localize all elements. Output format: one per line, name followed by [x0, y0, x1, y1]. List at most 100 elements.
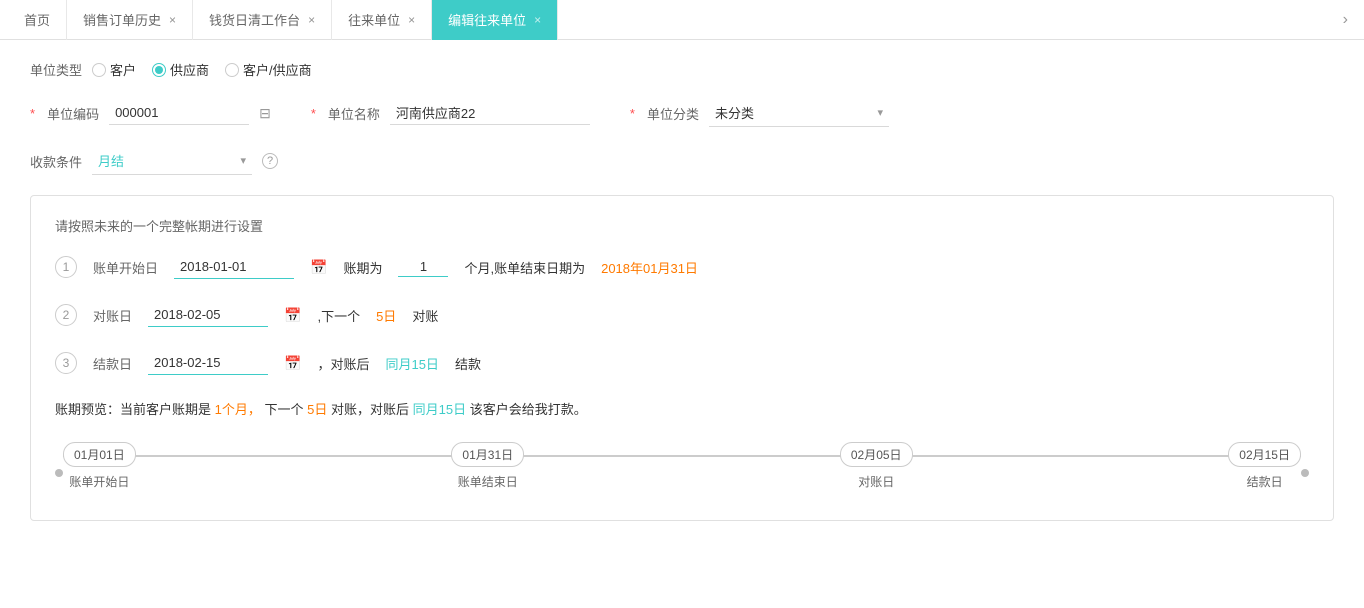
category-chevron-icon: ▾ — [877, 106, 883, 119]
timeline-left-dot — [55, 469, 63, 477]
step3-day-highlight: 同月15日 — [385, 354, 438, 373]
step2-desc-before: ,下一个 — [317, 306, 360, 325]
unit-type-group: 单位类型 客户 供应商 客户/供应商 — [30, 60, 312, 79]
step3-desc-after: 结款 — [455, 354, 481, 373]
timeline-node-2: 01月31日 账单结束日 — [451, 442, 524, 490]
timeline-node-1: 01月01日 账单开始日 — [63, 442, 136, 490]
preview-pay-after: 该客户会给我打款。 — [470, 402, 587, 417]
radio-circle-supplier — [152, 63, 166, 77]
timeline-wrapper: 01月01日 账单开始日 01月31日 账单结束日 02月05日 对账日 02月… — [55, 442, 1309, 490]
step1-desc-prefix: 账期为 — [343, 258, 382, 277]
tab-home[interactable]: 首页 — [8, 0, 67, 40]
payment-row: 收款条件 月结 ▾ ? — [30, 147, 1334, 175]
step3-calendar-icon[interactable]: 📅 — [284, 355, 301, 372]
unit-name-label: 单位名称 — [328, 104, 380, 123]
timeline-badge-3: 02月05日 — [840, 442, 913, 467]
required-star-code: * — [30, 106, 35, 121]
unit-category-label: 单位分类 — [647, 104, 699, 123]
close-tab-sales-order[interactable]: × — [169, 13, 176, 27]
payment-group: 收款条件 月结 ▾ ? — [30, 147, 278, 175]
tab-scroll-arrow[interactable]: › — [1335, 11, 1356, 29]
preview-check-day: 5日 — [307, 402, 327, 417]
required-star-name: * — [311, 106, 316, 121]
timeline-label-3: 对账日 — [858, 473, 894, 490]
timeline-badge-4: 02月15日 — [1228, 442, 1301, 467]
unit-category-value: 未分类 — [715, 103, 754, 122]
radio-customer[interactable]: 客户 — [92, 60, 136, 79]
step3-date-input[interactable] — [148, 351, 268, 375]
step1-desc-suffix: 个月,账单结束日期为 — [464, 258, 585, 277]
preview-months: 1个月， — [215, 402, 261, 417]
radio-circle-both — [225, 63, 239, 77]
unit-category-group: * 单位分类 未分类 ▾ — [630, 99, 889, 127]
timeline-badge-2: 01月31日 — [451, 442, 524, 467]
timeline-label-2: 账单结束日 — [458, 473, 518, 490]
radio-supplier[interactable]: 供应商 — [152, 60, 209, 79]
step-label-2: 对账日 — [93, 306, 132, 325]
timeline-label-1: 账单开始日 — [69, 473, 129, 490]
payment-value: 月结 — [98, 151, 124, 170]
step3-desc-before: ，对账后 — [317, 354, 369, 373]
step-label-1: 账单开始日 — [93, 258, 158, 277]
step2-date-input[interactable] — [148, 303, 268, 327]
timeline-node-3: 02月05日 对账日 — [840, 442, 913, 490]
payment-chevron-icon: ▾ — [240, 154, 246, 167]
close-tab-edit-partner[interactable]: × — [534, 13, 541, 27]
unit-code-label: 单位编码 — [47, 104, 99, 123]
page-content: 单位类型 客户 供应商 客户/供应商 * 单位编码 — [0, 40, 1364, 608]
step-row-2: 2 对账日 📅 ,下一个 5日 对账 — [55, 303, 1309, 327]
step1-date-input[interactable] — [174, 255, 294, 279]
tab-bar: 首页 销售订单历史 × 钱货日清工作台 × 往来单位 × 编辑往来单位 × › — [0, 0, 1364, 40]
preview-label: 账期预览：当前客户账期是 — [55, 402, 211, 417]
preview-text: 账期预览：当前客户账期是 1个月， 下一个 5日 对账，对账后 同月15日 该客… — [55, 399, 1309, 418]
unit-type-row: 单位类型 客户 供应商 客户/供应商 — [30, 60, 1334, 79]
preview-check-prefix: 下一个 — [265, 402, 304, 417]
step1-end-date: 2018年01月31日 — [601, 258, 698, 277]
payment-help-icon[interactable]: ? — [262, 153, 278, 169]
unit-code-icon[interactable]: ⊟ — [259, 105, 271, 122]
radio-group: 客户 供应商 客户/供应商 — [92, 60, 312, 79]
timeline-badge-1: 01月01日 — [63, 442, 136, 467]
step1-months-input[interactable] — [398, 257, 448, 277]
radio-circle-customer — [92, 63, 106, 77]
tab-edit-partner[interactable]: 编辑往来单位 × — [432, 0, 558, 40]
step-label-3: 结款日 — [93, 354, 132, 373]
timeline-label-4: 结款日 — [1247, 473, 1283, 490]
preview-pay-day: 同月15日 — [413, 402, 466, 417]
preview-check-after: 对账，对账后 — [331, 402, 409, 417]
unit-name-input[interactable] — [390, 101, 590, 125]
unit-info-row: * 单位编码 ⊟ * 单位名称 * 单位分类 未分类 ▾ — [30, 99, 1334, 127]
step2-calendar-icon[interactable]: 📅 — [284, 307, 301, 324]
payment-label: 收款条件 — [30, 152, 82, 171]
close-tab-partner[interactable]: × — [408, 13, 415, 27]
close-tab-cash-work[interactable]: × — [308, 13, 315, 27]
step2-desc-after: 对账 — [412, 306, 438, 325]
timeline-node-4: 02月15日 结款日 — [1228, 442, 1301, 490]
step2-day-highlight: 5日 — [376, 306, 396, 325]
step1-calendar-icon[interactable]: 📅 — [310, 259, 327, 276]
radio-label-supplier: 供应商 — [170, 60, 209, 79]
radio-label-customer: 客户 — [110, 60, 136, 79]
step-num-1: 1 — [55, 256, 77, 278]
tab-sales-order[interactable]: 销售订单历史 × — [67, 0, 193, 40]
unit-type-label: 单位类型 — [30, 60, 82, 79]
payment-select[interactable]: 月结 ▾ — [92, 147, 252, 175]
radio-label-both: 客户/供应商 — [243, 60, 312, 79]
tab-cash-work[interactable]: 钱货日清工作台 × — [193, 0, 332, 40]
radio-both[interactable]: 客户/供应商 — [225, 60, 312, 79]
step-row-1: 1 账单开始日 📅 账期为 个月,账单结束日期为 2018年01月31日 — [55, 255, 1309, 279]
timeline-right-dot — [1301, 469, 1309, 477]
unit-code-input[interactable] — [109, 101, 249, 125]
timeline-inner: 01月01日 账单开始日 01月31日 账单结束日 02月05日 对账日 02月… — [63, 442, 1301, 490]
required-star-category: * — [630, 106, 635, 121]
step-num-3: 3 — [55, 352, 77, 374]
step-num-2: 2 — [55, 304, 77, 326]
unit-category-select[interactable]: 未分类 ▾ — [709, 99, 889, 127]
unit-code-group: * 单位编码 ⊟ — [30, 101, 271, 125]
setting-panel: 请按照未来的一个完整帐期进行设置 1 账单开始日 📅 账期为 个月,账单结束日期… — [30, 195, 1334, 521]
step-row-3: 3 结款日 📅 ，对账后 同月15日 结款 — [55, 351, 1309, 375]
timeline-nodes: 01月01日 账单开始日 01月31日 账单结束日 02月05日 对账日 02月… — [63, 442, 1301, 490]
panel-title: 请按照未来的一个完整帐期进行设置 — [55, 216, 1309, 235]
tab-partner[interactable]: 往来单位 × — [332, 0, 432, 40]
unit-name-group: * 单位名称 — [311, 101, 590, 125]
